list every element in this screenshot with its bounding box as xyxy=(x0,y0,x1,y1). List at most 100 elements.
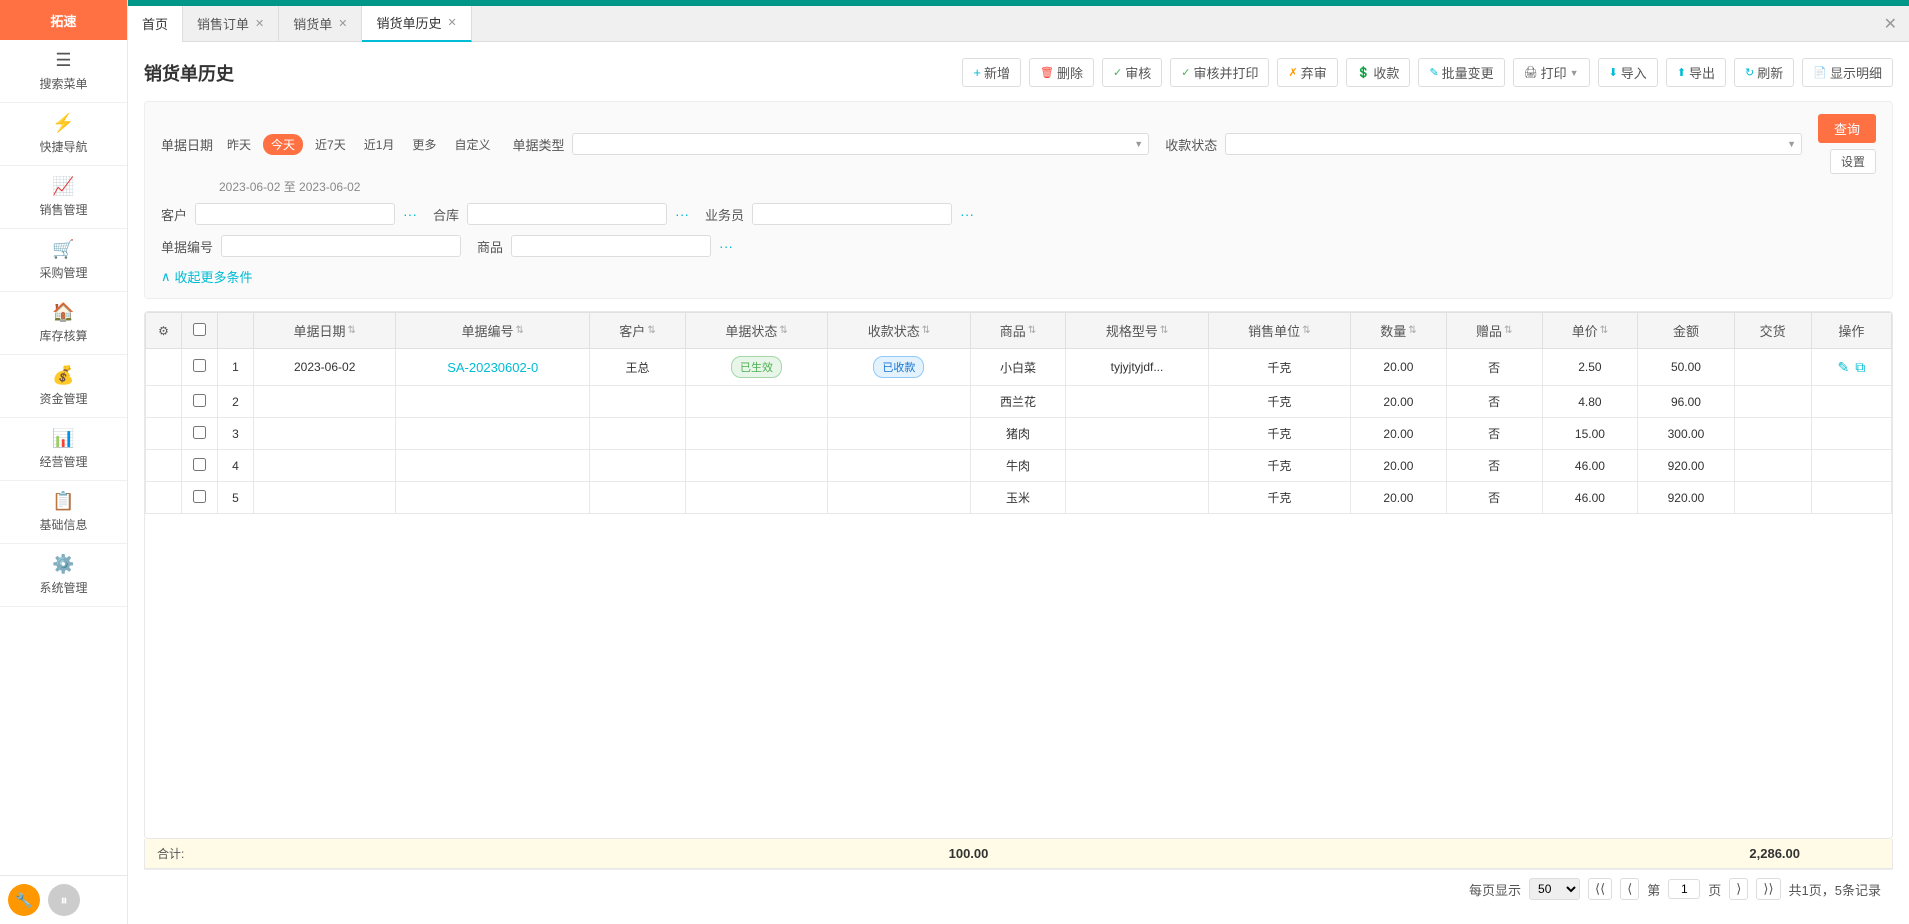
per-page-label: 每页显示 xyxy=(1469,880,1521,899)
new-button[interactable]: + 新增 xyxy=(962,58,1021,87)
doc-no-input[interactable] xyxy=(221,235,461,257)
edit-icon[interactable]: ✎ xyxy=(1837,359,1849,376)
abandon-button[interactable]: ✗ 弃审 xyxy=(1277,58,1337,87)
tab-sales-goods-close[interactable]: ✕ xyxy=(338,17,347,30)
row-checkbox-3[interactable] xyxy=(193,458,206,471)
product-input[interactable] xyxy=(511,235,711,257)
th-spec[interactable]: 规格型号 ⇅ xyxy=(1066,313,1208,349)
prev-page-button[interactable]: ⟨ xyxy=(1620,878,1639,900)
sidebar-item-purchase-mgmt[interactable]: 🛒 采购管理 xyxy=(0,229,127,292)
th-transaction: 交货 xyxy=(1734,313,1811,349)
purchase-icon: 🛒 xyxy=(52,239,74,260)
table-row: 12023-06-02SA-20230602-0王总已生效已收款小白菜tyjyj… xyxy=(146,349,1892,386)
filter-row-3: 单据编号 商品 ··· xyxy=(161,235,1876,257)
row-checkbox-1[interactable] xyxy=(193,394,206,407)
last-page-button[interactable]: ⟩⟩ xyxy=(1756,878,1780,900)
salesperson-input[interactable] xyxy=(752,203,952,225)
per-page-select[interactable]: 50 100 xyxy=(1529,878,1580,900)
sort-icon-unit-price: ⇅ xyxy=(1600,325,1608,336)
tab-close-all[interactable]: ✕ xyxy=(1872,14,1909,34)
th-customer[interactable]: 客户 ⇅ xyxy=(590,313,686,349)
tab-sales-goods[interactable]: 销货单 ✕ xyxy=(279,6,362,42)
content-area: 销货单历史 + 新增 🗑 删除 ✓ 审核 ✓ 审核并打印 xyxy=(128,42,1909,924)
export-button[interactable]: ⬆ 导出 xyxy=(1666,58,1726,87)
tab-sales-order[interactable]: 销售订单 ✕ xyxy=(183,6,279,42)
first-page-button[interactable]: ⟨⟨ xyxy=(1588,878,1612,900)
total-label: 共1页，5条记录 xyxy=(1789,880,1881,899)
payment-status-filter-group: 收款状态 xyxy=(1165,133,1802,155)
customer-dots[interactable]: ··· xyxy=(403,206,417,222)
date-tab-more[interactable]: 更多 xyxy=(406,134,442,155)
select-all-checkbox[interactable] xyxy=(193,323,206,336)
inventory-icon: 🏠 xyxy=(52,302,74,323)
th-product[interactable]: 商品 ⇅ xyxy=(970,313,1066,349)
th-doc-status[interactable]: 单据状态 ⇅ xyxy=(685,313,827,349)
th-doc-date[interactable]: 单据日期 ⇅ xyxy=(254,313,396,349)
audit-print-button[interactable]: ✓ 审核并打印 xyxy=(1170,58,1269,87)
import-button[interactable]: ⬇ 导入 xyxy=(1598,58,1658,87)
row-checkbox-4[interactable] xyxy=(193,490,206,503)
sidebar-item-inventory[interactable]: 🏠 库存核算 xyxy=(0,292,127,355)
sidebar-bottom-btn1[interactable]: 🔧 xyxy=(8,884,40,916)
doc-type-label: 单据类型 xyxy=(512,135,564,154)
tab-home[interactable]: 首页 xyxy=(128,6,183,42)
sidebar-item-basic-info[interactable]: 📋 基础信息 xyxy=(0,481,127,544)
sidebar-item-label: 库存核算 xyxy=(39,327,87,344)
table-row: 4牛肉千克20.00否46.00920.00 xyxy=(146,450,1892,482)
salesperson-filter-group: 业务员 ··· xyxy=(705,203,974,225)
tab-sales-order-close[interactable]: ✕ xyxy=(255,17,264,30)
filter-actions: 查询 设置 xyxy=(1818,114,1876,174)
th-sales-unit[interactable]: 销售单位 ⇅ xyxy=(1208,313,1350,349)
next-page-button[interactable]: ⟩ xyxy=(1729,878,1748,900)
th-quantity[interactable]: 数量 ⇅ xyxy=(1351,313,1447,349)
row-checkbox-2[interactable] xyxy=(193,426,206,439)
date-tab-today[interactable]: 今天 xyxy=(263,134,303,155)
sidebar-item-search-menu[interactable]: ☰ 搜索菜单 xyxy=(0,40,127,103)
customer-filter-group: 客户 ··· xyxy=(161,203,417,225)
sidebar-bottom-btn2[interactable]: ⏸ xyxy=(48,884,80,916)
salesperson-dots[interactable]: ··· xyxy=(960,206,974,222)
query-button[interactable]: 查询 xyxy=(1818,114,1876,143)
audit-button[interactable]: ✓ 审核 xyxy=(1102,58,1162,87)
page-input[interactable] xyxy=(1668,879,1700,899)
quick-nav-icon: ⚡ xyxy=(52,113,74,134)
sidebar-item-finance[interactable]: 💰 资金管理 xyxy=(0,355,127,418)
date-tab-1month[interactable]: 近1月 xyxy=(358,134,401,155)
payment-status-select[interactable] xyxy=(1225,133,1802,155)
sidebar-item-quick-nav[interactable]: ⚡ 快捷导航 xyxy=(0,103,127,166)
doc-no-link[interactable]: SA-20230602-0 xyxy=(447,360,538,375)
finance-icon: 💰 xyxy=(52,365,74,386)
th-payment-status[interactable]: 收款状态 ⇅ xyxy=(828,313,970,349)
product-dots[interactable]: ··· xyxy=(719,238,733,254)
date-tab-custom[interactable]: 自定义 xyxy=(448,134,496,155)
show-detail-button[interactable]: 📄 显示明细 xyxy=(1802,58,1893,87)
customer-input[interactable] xyxy=(195,203,395,225)
warehouse-dots[interactable]: ··· xyxy=(675,206,689,222)
doc-status-badge: 已生效 xyxy=(731,356,782,378)
date-tab-yesterday[interactable]: 昨天 xyxy=(221,134,257,155)
tab-sales-history[interactable]: 销货单历史 ✕ xyxy=(362,6,471,42)
tab-sales-history-close[interactable]: ✕ xyxy=(448,16,457,29)
new-icon: + xyxy=(973,65,981,80)
sidebar-item-sales-mgmt[interactable]: 📈 销售管理 xyxy=(0,166,127,229)
collapse-button[interactable]: ∧ 收起更多条件 xyxy=(161,267,1876,286)
collect-button[interactable]: 💲 收款 xyxy=(1346,58,1411,87)
row-checkbox-0[interactable] xyxy=(193,359,206,372)
th-settings[interactable]: ⚙ xyxy=(146,313,182,349)
settings-button[interactable]: 设置 xyxy=(1830,149,1876,174)
refresh-button[interactable]: ↻ 刷新 xyxy=(1734,58,1794,87)
date-tab-7days[interactable]: 近7天 xyxy=(309,134,352,155)
print-button[interactable]: 🖨 打印 ▼ xyxy=(1513,58,1590,87)
sidebar-item-sys-mgmt[interactable]: ⚙️ 系统管理 xyxy=(0,544,127,607)
warehouse-input[interactable] xyxy=(467,203,667,225)
delete-button[interactable]: 🗑 删除 xyxy=(1029,58,1094,87)
collect-icon: 💲 xyxy=(1357,66,1371,79)
doc-type-select[interactable] xyxy=(572,133,1149,155)
copy-icon[interactable]: ⧉ xyxy=(1855,359,1865,376)
th-gift[interactable]: 赠品 ⇅ xyxy=(1446,313,1542,349)
batch-change-button[interactable]: ✎ 批量变更 xyxy=(1418,58,1504,87)
th-unit-price[interactable]: 单价 ⇅ xyxy=(1542,313,1638,349)
date-label: 单据日期 xyxy=(161,135,213,154)
th-doc-no[interactable]: 单据编号 ⇅ xyxy=(396,313,590,349)
sidebar-item-operations[interactable]: 📊 经营管理 xyxy=(0,418,127,481)
